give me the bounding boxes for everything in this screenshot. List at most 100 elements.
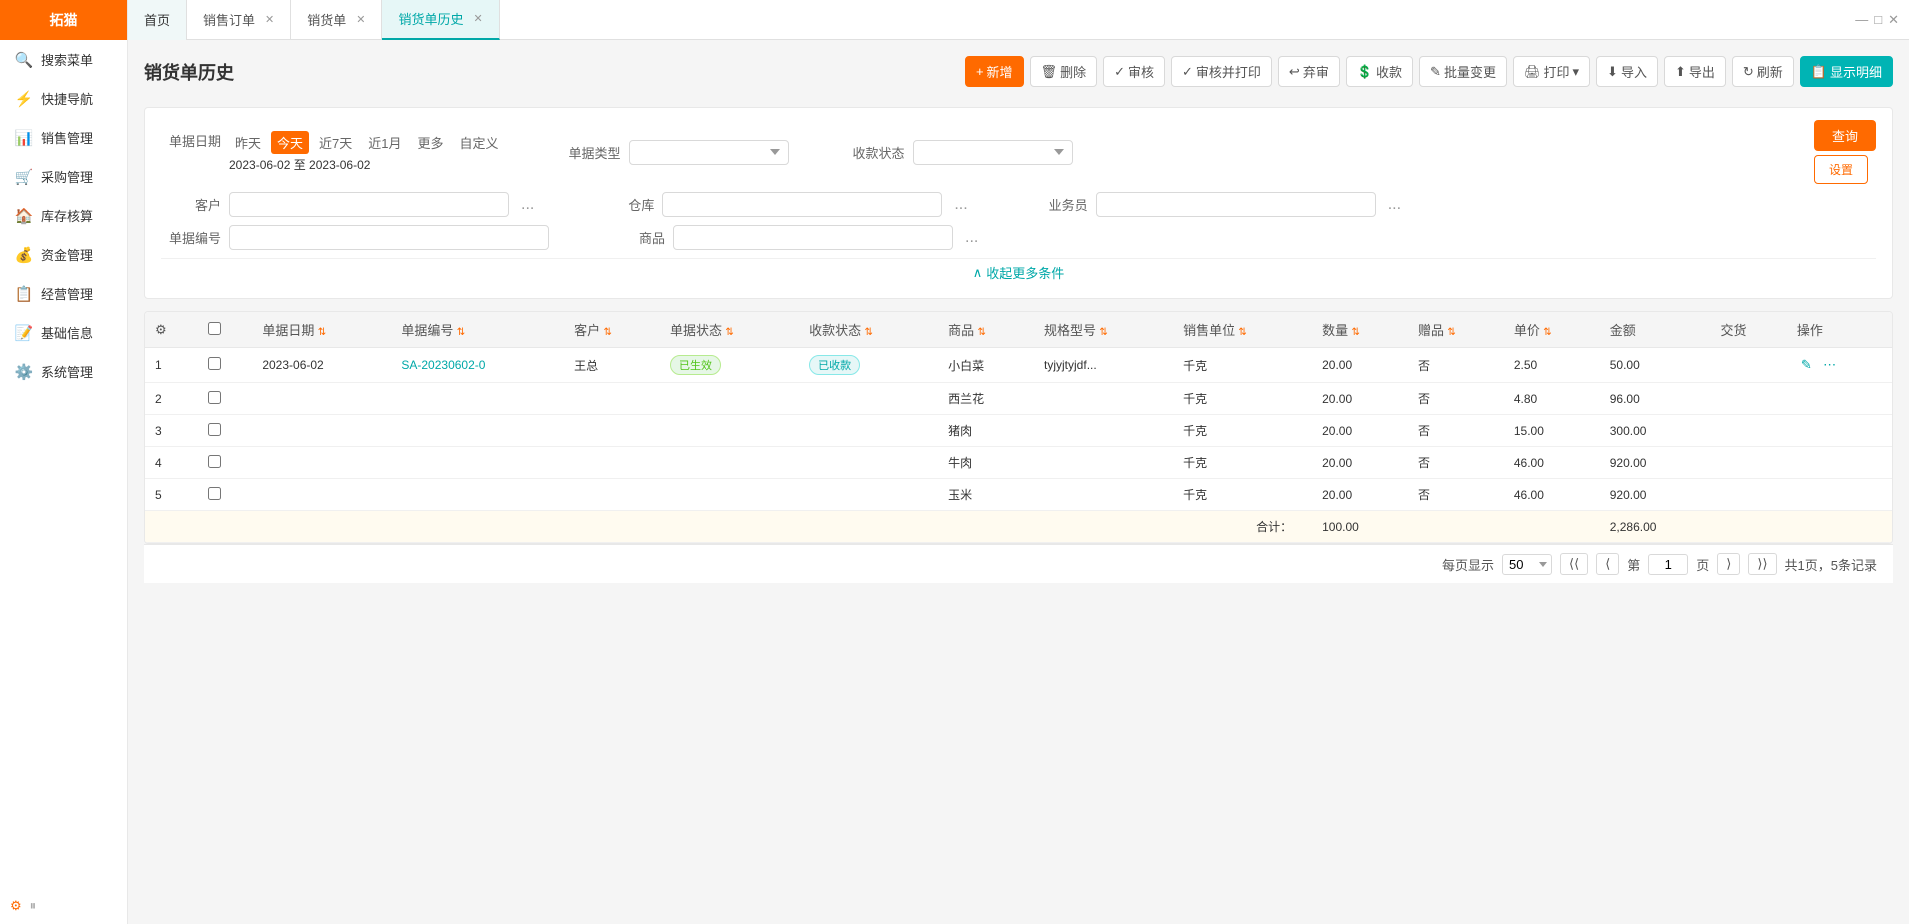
tab-sales-goods-close[interactable]: ✕ — [356, 13, 365, 26]
collect-button[interactable]: 💲 收款 — [1346, 56, 1413, 87]
import-button[interactable]: ⬇ 导入 — [1596, 56, 1658, 87]
col-doc-status[interactable]: 单据状态 ⇅ — [660, 312, 799, 348]
customer-filter-group: 客户 ... — [161, 192, 538, 217]
more-conditions-toggle[interactable]: ∧ 收起更多条件 — [161, 258, 1876, 286]
per-page-select[interactable]: 50 10 20 100 — [1502, 554, 1552, 575]
export-button[interactable]: ⬆ 导出 — [1664, 56, 1726, 87]
date-opt-yesterday[interactable]: 昨天 — [229, 131, 267, 154]
sidebar-item-purchase-mgmt[interactable]: 🛒 采购管理 — [0, 157, 127, 196]
tab-sales-order-close[interactable]: ✕ — [265, 13, 274, 26]
next-page-button[interactable]: ⟩ — [1717, 553, 1740, 575]
sidebar-item-search-menu[interactable]: 🔍 搜索菜单 — [0, 40, 127, 79]
discard-button[interactable]: ↩ 弃审 — [1278, 56, 1340, 87]
batch-change-button[interactable]: ✎ 批量变更 — [1419, 56, 1507, 87]
last-page-button[interactable]: ⟩⟩ — [1748, 553, 1776, 575]
refresh-button[interactable]: ↻ 刷新 — [1732, 56, 1794, 87]
row-doc-number-3 — [391, 415, 564, 447]
col-checkbox[interactable] — [198, 312, 253, 348]
sidebar-item-sales-mgmt[interactable]: 📊 销售管理 — [0, 118, 127, 157]
add-icon: + — [976, 64, 984, 79]
goods-input[interactable] — [673, 225, 953, 250]
doc-type-select[interactable] — [629, 140, 789, 165]
edit-btn-1[interactable]: ✎ — [1797, 357, 1816, 372]
tab-sales-order[interactable]: 销售订单 ✕ — [187, 0, 291, 40]
chevron-up-icon: ∧ — [973, 265, 983, 281]
row-checkbox-2[interactable] — [198, 383, 253, 415]
add-button[interactable]: + 新增 — [965, 56, 1024, 87]
audit-print-button[interactable]: ✓ 审核并打印 — [1171, 56, 1272, 87]
row-doc-date-5 — [252, 479, 391, 511]
tab-sales-history[interactable]: 销货单历史 ✕ — [382, 0, 499, 40]
sidebar-item-basic-info[interactable]: 📝 基础信息 — [0, 313, 127, 352]
col-gift[interactable]: 赠品 ⇅ — [1408, 312, 1504, 348]
doc-number-input[interactable] — [229, 225, 549, 250]
row-4-checkbox[interactable] — [208, 455, 221, 468]
row-customer-4 — [564, 447, 660, 479]
col-goods[interactable]: 商品 ⇅ — [938, 312, 1034, 348]
payment-status-group: 收款状态 — [845, 140, 1073, 165]
select-all-checkbox[interactable] — [208, 322, 221, 335]
date-opt-more[interactable]: 更多 — [412, 131, 450, 154]
delete-button[interactable]: 🗑 删除 — [1030, 56, 1098, 87]
total-records: 共1页，5条记录 — [1785, 555, 1877, 574]
sidebar-item-sys-mgmt[interactable]: ⚙️ 系统管理 — [0, 352, 127, 391]
data-table-wrap: ⚙ 单据日期 ⇅ 单据编号 ⇅ 客户 ⇅ — [144, 311, 1893, 544]
col-settings[interactable]: ⚙ — [145, 312, 198, 348]
salesperson-input[interactable] — [1096, 192, 1376, 217]
col-unit-price[interactable]: 单价 ⇅ — [1504, 312, 1600, 348]
query-button[interactable]: 查询 — [1814, 120, 1876, 151]
sidebar-item-inventory-calc[interactable]: 🏠 库存核算 — [0, 196, 127, 235]
sidebar-bottom-icon2[interactable]: ⏸ — [30, 898, 37, 914]
sidebar-item-quick-nav[interactable]: ⚡ 快捷导航 — [0, 79, 127, 118]
warehouse-ellipsis[interactable]: ... — [950, 197, 971, 213]
row-checkbox-5[interactable] — [198, 479, 253, 511]
payment-status-select[interactable] — [913, 140, 1073, 165]
col-quantity[interactable]: 数量 ⇅ — [1312, 312, 1408, 348]
salesperson-ellipsis[interactable]: ... — [1384, 197, 1405, 213]
goods-ellipsis[interactable]: ... — [961, 230, 982, 246]
window-maximize-icon[interactable]: □ — [1874, 12, 1882, 27]
date-opt-custom[interactable]: 自定义 — [454, 131, 505, 154]
set-button[interactable]: 设置 — [1814, 155, 1868, 184]
date-opt-today[interactable]: 今天 — [271, 131, 309, 154]
customer-input[interactable] — [229, 192, 509, 217]
sidebar-bottom: ⚙ ⏸ — [0, 888, 127, 924]
col-doc-number[interactable]: 单据编号 ⇅ — [391, 312, 564, 348]
collect-label: 收款 — [1376, 62, 1402, 81]
date-label: 单据日期 — [161, 131, 221, 150]
audit-print-icon: ✓ — [1182, 64, 1193, 80]
col-sales-unit[interactable]: 销售单位 ⇅ — [1173, 312, 1312, 348]
row-amount-5: 920.00 — [1600, 479, 1711, 511]
customer-ellipsis[interactable]: ... — [517, 197, 538, 213]
sidebar-item-finance-mgmt[interactable]: 💰 资金管理 — [0, 235, 127, 274]
prev-page-button[interactable]: ⟨ — [1596, 553, 1619, 575]
window-minimize-icon[interactable]: — — [1855, 12, 1868, 27]
audit-button[interactable]: ✓ 审核 — [1103, 56, 1165, 87]
row-2-checkbox[interactable] — [208, 391, 221, 404]
row-3-checkbox[interactable] — [208, 423, 221, 436]
row-5-checkbox[interactable] — [208, 487, 221, 500]
tab-home[interactable]: 首页 — [128, 0, 187, 40]
show-detail-button[interactable]: 📋 显示明细 — [1800, 56, 1893, 87]
page-number-input[interactable] — [1648, 554, 1688, 575]
col-customer[interactable]: 客户 ⇅ — [564, 312, 660, 348]
print-button[interactable]: 🖨 打印 ▾ — [1513, 56, 1590, 87]
sidebar-item-ops-mgmt[interactable]: 📋 经营管理 — [0, 274, 127, 313]
date-opt-1month[interactable]: 近1月 — [362, 131, 407, 154]
row-1-checkbox[interactable] — [208, 357, 221, 370]
tab-sales-goods[interactable]: 销货单 ✕ — [291, 0, 382, 40]
more-btn-1[interactable]: ⋯ — [1819, 357, 1840, 372]
window-close-icon[interactable]: ✕ — [1888, 12, 1899, 28]
row-checkbox-1[interactable] — [198, 348, 253, 383]
row-checkbox-3[interactable] — [198, 415, 253, 447]
col-doc-date[interactable]: 单据日期 ⇅ — [252, 312, 391, 348]
warehouse-input[interactable] — [662, 192, 942, 217]
date-opt-7days[interactable]: 近7天 — [313, 131, 358, 154]
row-doc-number-1[interactable]: SA-20230602-0 — [391, 348, 564, 383]
col-payment-status[interactable]: 收款状态 ⇅ — [799, 312, 938, 348]
col-spec-type[interactable]: 规格型号 ⇅ — [1034, 312, 1173, 348]
first-page-button[interactable]: ⟨⟨ — [1560, 553, 1588, 575]
sidebar-bottom-icon1[interactable]: ⚙ — [10, 898, 22, 914]
row-checkbox-4[interactable] — [198, 447, 253, 479]
tab-sales-history-close[interactable]: ✕ — [474, 12, 483, 25]
